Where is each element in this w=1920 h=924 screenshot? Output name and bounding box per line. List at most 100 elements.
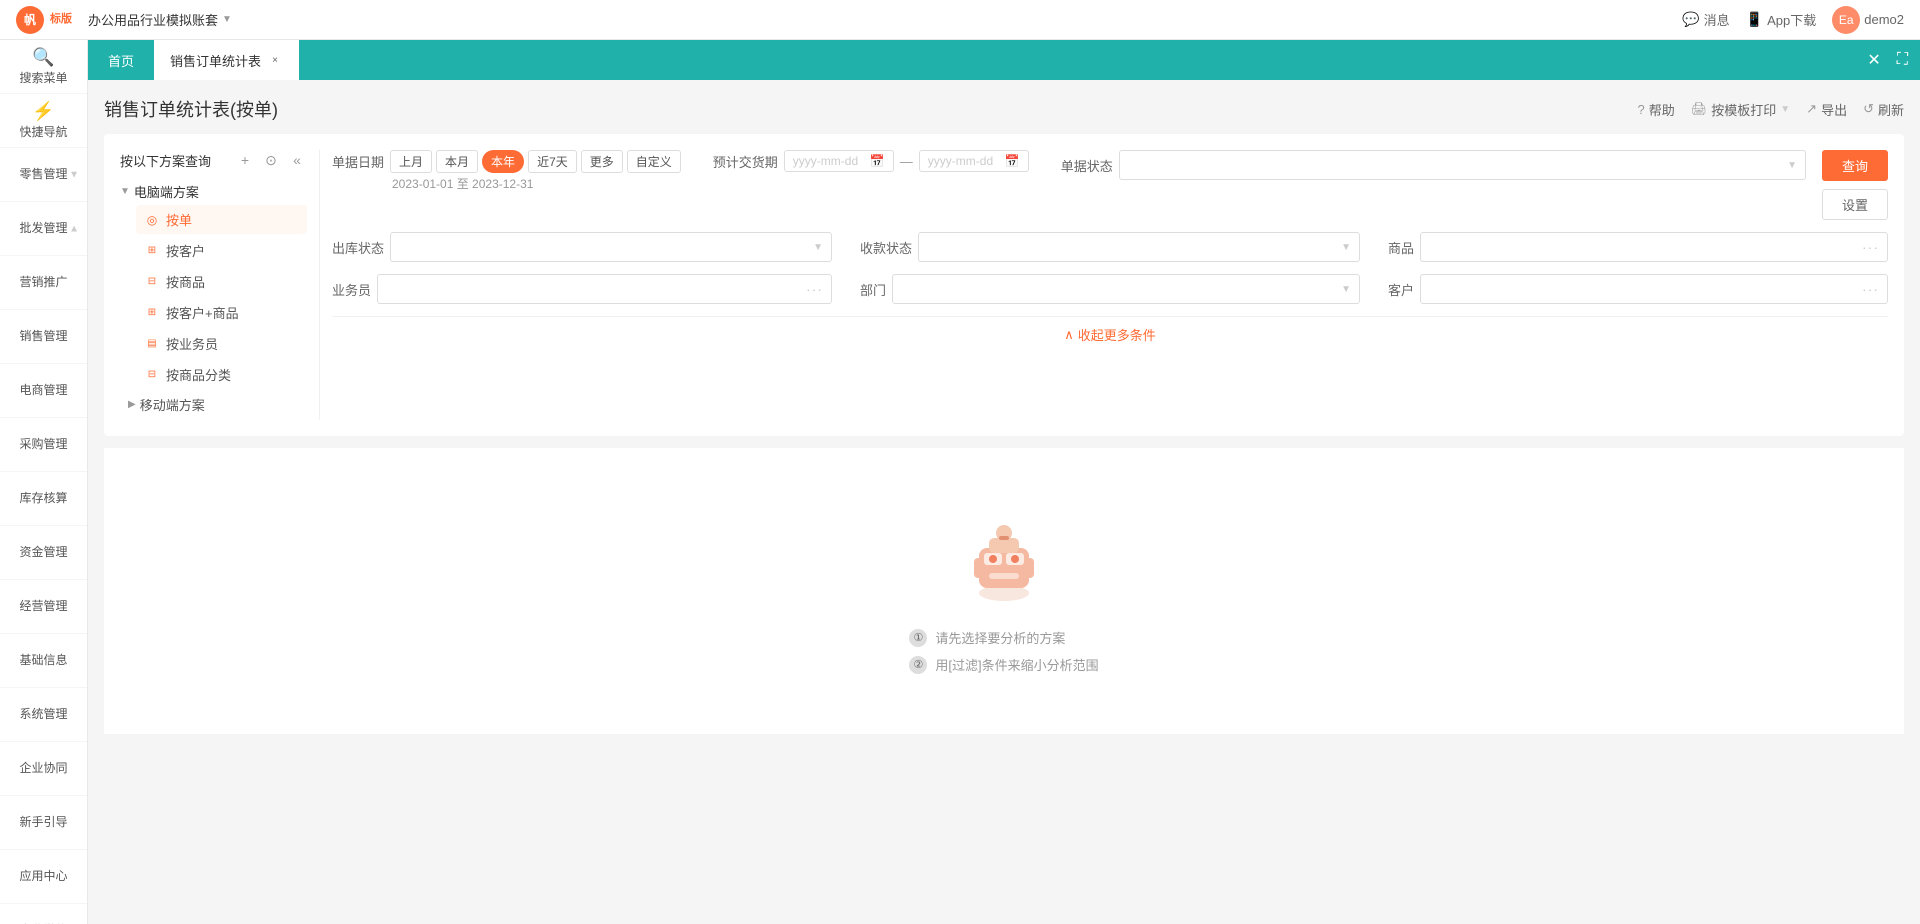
app-download-button[interactable]: 📱 App下载 — [1746, 10, 1817, 29]
tab-home[interactable]: 首页 — [88, 40, 154, 80]
last-month-btn[interactable]: 上月 — [390, 150, 432, 173]
export-button[interactable]: ↗ 导出 — [1806, 100, 1847, 119]
tab-sales-order[interactable]: 销售订单统计表 × — [154, 40, 299, 80]
calendar-to-icon: 📅 — [1005, 154, 1020, 168]
collapse-bar[interactable]: ∧ 收起更多条件 — [332, 316, 1888, 352]
goods-select[interactable]: ··· — [1420, 232, 1888, 262]
help-button[interactable]: ? 帮助 — [1637, 100, 1674, 119]
receive-status-caret-icon: ▼ — [1341, 242, 1351, 253]
wholesale-expand-icon: ▲ — [69, 223, 79, 234]
page-content: 销售订单统计表(按单) ? 帮助 🖨 按模板打印 ▼ ↗ 导出 — [88, 80, 1920, 924]
button-group: 查询 设置 — [1822, 150, 1888, 220]
top-bar: 帆 标版 办公用品行业模拟账套 ▼ 💬 消息 📱 App下载 Ea demo2 — [0, 0, 1920, 40]
logo-icon: 帆 — [16, 6, 44, 34]
sidebar-item-inventory[interactable]: 库存核算 — [0, 472, 87, 526]
purchase-label: 采购管理 — [19, 437, 67, 453]
sidebar-quick-nav[interactable]: ⚡ 快捷导航 — [0, 94, 87, 148]
sidebar-item-basic-info[interactable]: 基础信息 — [0, 634, 87, 688]
scheme-item-by-customer[interactable]: ⊞ 按客户 — [136, 236, 307, 265]
filter-right: 单据日期 上月 本月 本年 近7天 更多 自定义 — [332, 150, 1888, 420]
user-profile[interactable]: Ea demo2 — [1832, 6, 1904, 34]
search-icon: 🔍 — [32, 47, 54, 68]
sidebar-item-finance[interactable]: 资金管理 — [0, 526, 87, 580]
this-year-btn[interactable]: 本年 — [482, 150, 524, 173]
industry-selector[interactable]: 办公用品行业模拟账套 ▼ — [80, 6, 240, 33]
this-month-btn[interactable]: 本月 — [436, 150, 478, 173]
sidebar-item-wholesale[interactable]: 批发管理 ▲ — [0, 202, 87, 256]
sidebar-item-ecommerce[interactable]: 电商管理 — [0, 364, 87, 418]
mobile-expand-icon: ▶ — [128, 399, 136, 410]
print-expand-icon: ▼ — [1780, 104, 1790, 115]
scheme-item-by-category[interactable]: ⊟ 按商品分类 — [136, 360, 307, 389]
scheme-edit-button[interactable]: ⊙ — [261, 150, 281, 170]
out-status-caret-icon: ▼ — [813, 242, 823, 253]
scheme-header-actions: + ⊙ « — [235, 150, 307, 170]
sidebar-item-guide[interactable]: 新手引导 — [0, 796, 87, 850]
query-button[interactable]: 查询 — [1822, 150, 1888, 181]
content-area: 首页 销售订单统计表 × ✕ ⛶ 销售订单统计表(按单) ? 帮助 — [88, 40, 1920, 924]
sidebar-item-app-center[interactable]: 应用中心 — [0, 850, 87, 904]
scheme-item-by-salesperson[interactable]: ▤ 按业务员 — [136, 329, 307, 358]
sidebar-item-marketing[interactable]: 营销推广 — [0, 256, 87, 310]
page-header: 销售订单统计表(按单) ? 帮助 🖨 按模板打印 ▼ ↗ 导出 — [104, 96, 1904, 122]
scheme-item-by-order[interactable]: ◎ 按单 — [136, 205, 307, 234]
expected-date-to[interactable]: yyyy-mm-dd 📅 — [919, 150, 1029, 172]
sales-label: 销售管理 — [19, 329, 67, 345]
tab-bar: 首页 销售订单统计表 × ✕ ⛶ — [88, 40, 1920, 80]
tip-text-1: 请先选择要分析的方案 — [935, 628, 1065, 647]
scheme-pc-category[interactable]: ▼ 电脑端方案 — [120, 178, 307, 205]
expected-date-label: 预计交货期 — [713, 152, 778, 171]
tip-num-1: ① — [909, 629, 927, 647]
system-label: 系统管理 — [19, 707, 67, 723]
more-btn[interactable]: 更多 — [581, 150, 623, 173]
logo-area: 帆 标版 — [16, 6, 72, 34]
date-label: 单据日期 — [332, 152, 384, 171]
customer-select[interactable]: ··· — [1420, 274, 1888, 304]
salesperson-select[interactable]: ··· — [377, 274, 832, 304]
out-status-select[interactable]: ▼ — [390, 232, 832, 262]
expected-date-from[interactable]: yyyy-mm-dd 📅 — [784, 150, 894, 172]
scheme-add-button[interactable]: + — [235, 150, 255, 170]
print-button[interactable]: 🖨 按模板打印 ▼ — [1691, 100, 1790, 119]
inventory-label: 库存核算 — [19, 491, 67, 507]
last7days-btn[interactable]: 近7天 — [528, 150, 577, 173]
sidebar-item-enterprise[interactable]: 企业协同 — [0, 742, 87, 796]
scheme-collapse-button[interactable]: « — [287, 150, 307, 170]
status-caret-icon: ▼ — [1787, 160, 1797, 171]
scheme-item-by-goods[interactable]: ⊟ 按商品 — [136, 267, 307, 296]
sidebar-search[interactable]: 🔍 搜索菜单 — [0, 40, 87, 94]
by-order-icon: ◎ — [144, 212, 160, 228]
sidebar-item-purchase[interactable]: 采购管理 — [0, 418, 87, 472]
setting-button[interactable]: 设置 — [1822, 189, 1888, 220]
by-customer-icon: ⊞ — [144, 243, 160, 259]
custom-btn[interactable]: 自定义 — [627, 150, 681, 173]
receive-status-select[interactable]: ▼ — [918, 232, 1360, 262]
sidebar-item-system[interactable]: 系统管理 — [0, 688, 87, 742]
refresh-icon: ↺ — [1863, 101, 1874, 117]
enterprise-label: 企业协同 — [19, 761, 67, 777]
sidebar-item-wechat[interactable]: 企业微信 — [0, 904, 87, 924]
scheme-item-by-customer-goods[interactable]: ⊞ 按客户+商品 — [136, 298, 307, 327]
pc-category-label: 电脑端方案 — [134, 182, 199, 201]
mobile-category-label: 移动端方案 — [140, 395, 205, 414]
by-salesperson-icon: ▤ — [144, 336, 160, 352]
refresh-button[interactable]: ↺ 刷新 — [1863, 100, 1904, 119]
scheme-mobile-category[interactable]: ▶ 移动端方案 — [120, 391, 307, 418]
out-status-label: 出库状态 — [332, 238, 384, 257]
sidebar-item-operations[interactable]: 经营管理 — [0, 580, 87, 634]
collapse-icon: ∧ — [1064, 327, 1074, 343]
empty-tips: ① 请先选择要分析的方案 ② 用[过滤]条件来缩小分析范围 — [909, 628, 1098, 674]
pc-category-arrow: ▼ — [120, 186, 130, 197]
sidebar-item-retail[interactable]: 零售管理 ▼ — [0, 148, 87, 202]
dept-select[interactable]: ▼ — [892, 274, 1360, 304]
app-center-label: 应用中心 — [19, 869, 67, 885]
window-close-button[interactable]: ✕ — [1863, 46, 1884, 74]
status-select[interactable]: ▼ — [1119, 150, 1806, 180]
dept-caret-icon: ▼ — [1341, 284, 1351, 295]
dept-label: 部门 — [860, 280, 886, 299]
sidebar-item-sales[interactable]: 销售管理 — [0, 310, 87, 364]
filter-row-3: 业务员 ··· 部门 ▼ — [332, 274, 1888, 304]
window-max-button[interactable]: ⛶ — [1893, 47, 1912, 73]
tab-close-button[interactable]: × — [267, 52, 283, 68]
message-button[interactable]: 💬 消息 — [1682, 10, 1729, 29]
